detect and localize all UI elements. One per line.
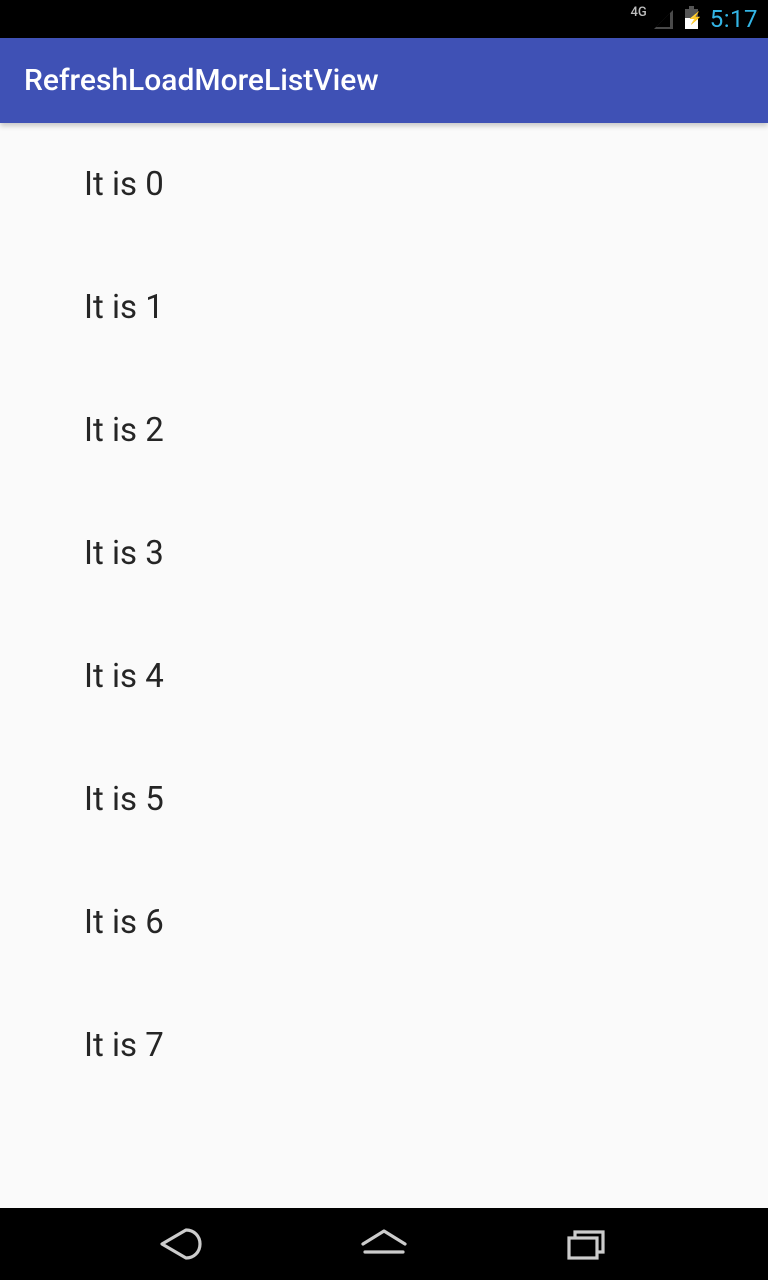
nav-bar [0, 1208, 768, 1280]
list-item[interactable]: It is 6 [0, 861, 768, 984]
list-item[interactable]: It is 0 [0, 123, 768, 246]
list-item[interactable]: It is 7 [0, 984, 768, 1107]
home-button[interactable] [348, 1220, 420, 1268]
status-bar: 4G ⚡ 5:17 [0, 0, 768, 38]
list-item[interactable]: It is 5 [0, 738, 768, 861]
page-title: RefreshLoadMoreListView [24, 63, 379, 98]
list-item[interactable]: It is 2 [0, 369, 768, 492]
recent-apps-button[interactable] [551, 1220, 623, 1268]
list-item[interactable]: It is 3 [0, 492, 768, 615]
list-view[interactable]: It is 0It is 1It is 2It is 3It is 4It is… [0, 123, 768, 1208]
app-bar: RefreshLoadMoreListView [0, 38, 768, 123]
battery-icon: ⚡ [685, 9, 698, 29]
signal-icon [654, 10, 673, 29]
charging-bolt-icon: ⚡ [688, 12, 703, 24]
back-button[interactable] [145, 1220, 217, 1268]
network-label: 4G [630, 5, 646, 20]
list-item[interactable]: It is 1 [0, 246, 768, 369]
list-item[interactable]: It is 4 [0, 615, 768, 738]
clock: 5:17 [710, 5, 758, 33]
